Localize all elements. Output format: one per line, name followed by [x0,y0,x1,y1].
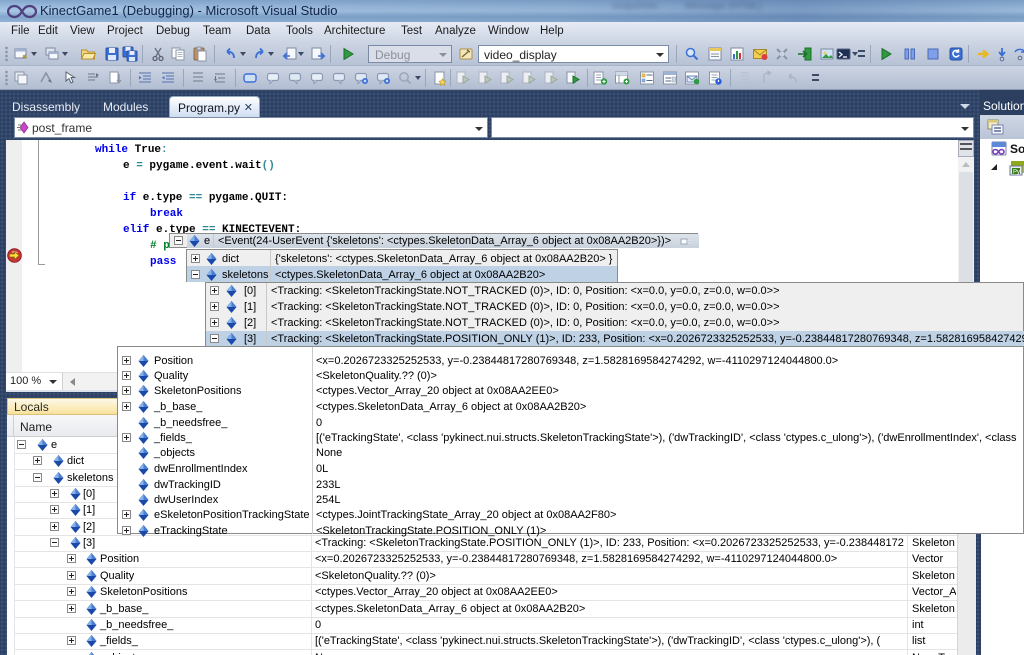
svg-text:Py: Py [1013,170,1020,176]
